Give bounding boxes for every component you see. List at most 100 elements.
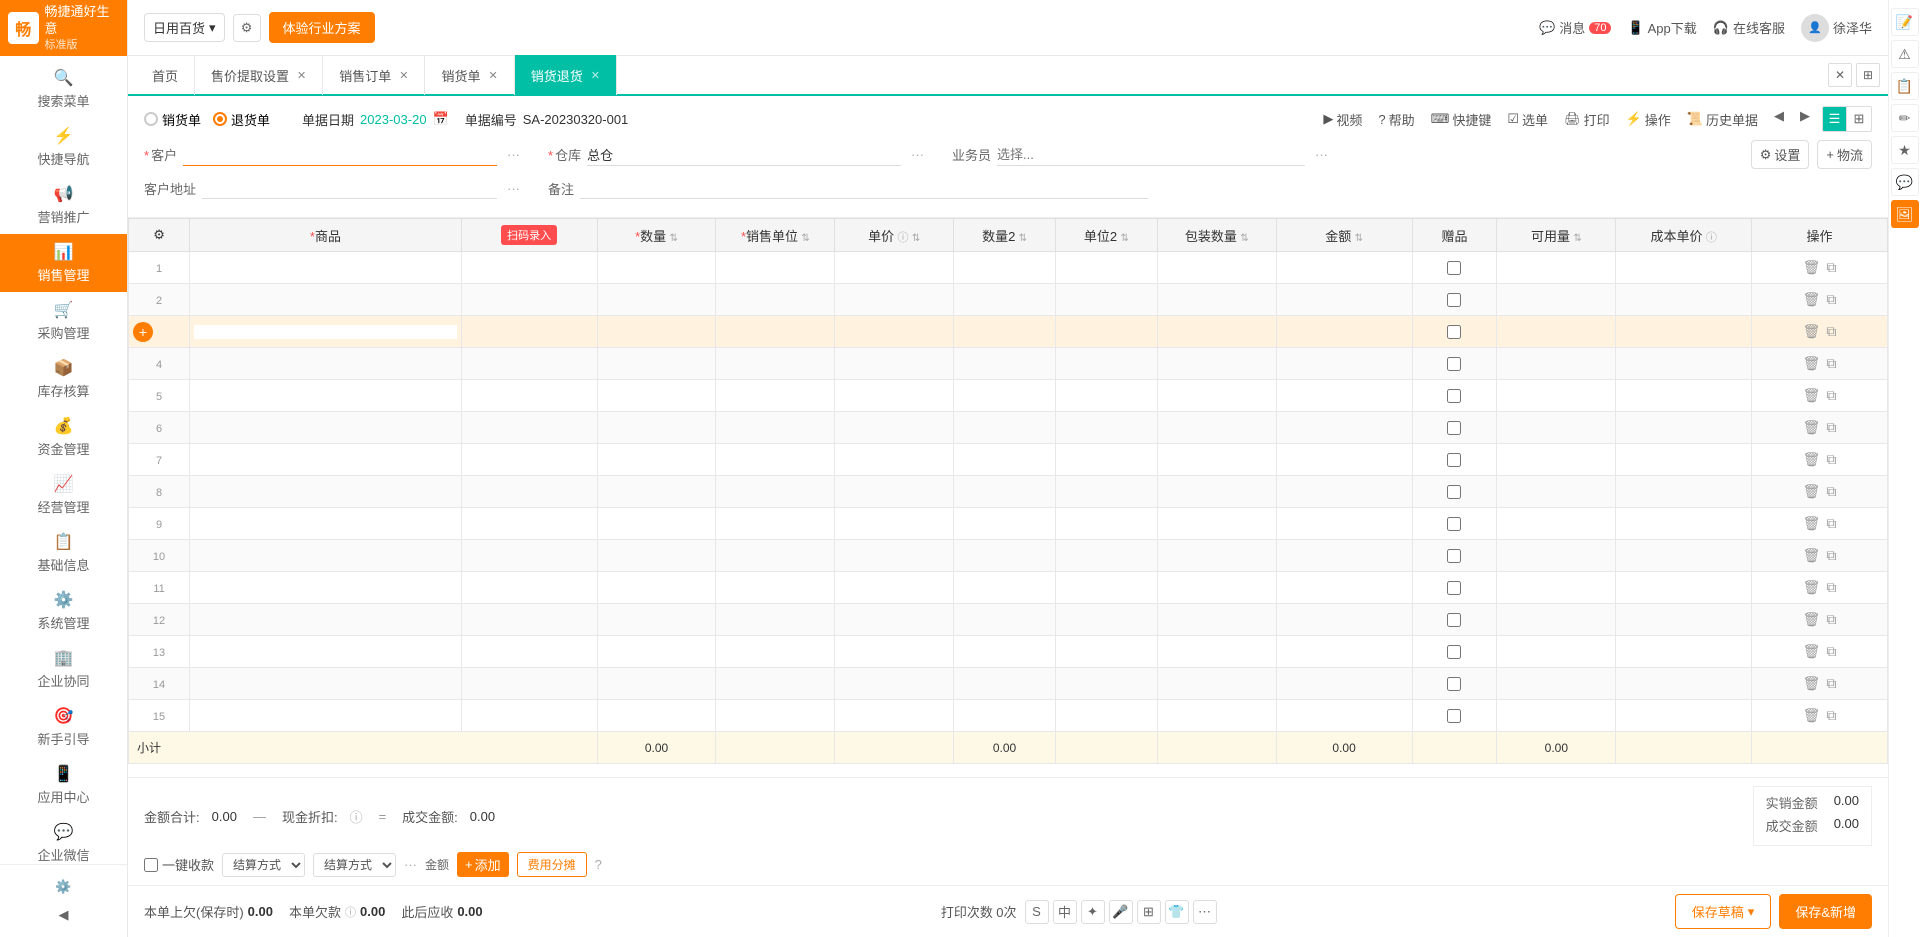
radio-return[interactable]: 退货单 <box>213 110 270 129</box>
user-avatar[interactable]: 👤 徐泽华 <box>1801 14 1872 42</box>
radio-sales-delivery[interactable]: 销货单 <box>144 110 201 129</box>
delete-row-icon[interactable]: 🗑 <box>1803 707 1821 724</box>
delete-row-icon[interactable]: 🗑 <box>1803 387 1821 404</box>
goods-input[interactable] <box>194 325 457 339</box>
tab-sales-delivery-close-icon[interactable]: ✕ <box>489 69 498 82</box>
delete-row-icon[interactable]: 🗑 <box>1803 291 1821 308</box>
gift-checkbox[interactable] <box>1447 549 1461 563</box>
print-button[interactable]: 🖨 打印 <box>1560 106 1614 132</box>
customer-dots-button[interactable]: ··· <box>503 147 524 162</box>
scan-button[interactable]: 扫码录入 <box>501 225 557 245</box>
tab-home[interactable]: 首页 <box>136 55 195 95</box>
copy-row-icon[interactable]: ⧉ <box>1826 643 1836 660</box>
trial-button[interactable]: 体验行业方案 <box>269 12 375 43</box>
gift-checkbox[interactable] <box>1447 485 1461 499</box>
col-settings-button[interactable]: ⚙ 设置 <box>1751 140 1810 169</box>
sidebar-item-operations[interactable]: 📈 经营管理 <box>0 466 127 524</box>
save-new-button[interactable]: 保存&新增 <box>1779 894 1872 929</box>
sidebar-item-basic-info[interactable]: 📋 基础信息 <box>0 524 127 582</box>
grid-view-button[interactable]: ⊞ <box>1847 107 1871 131</box>
salesperson-input[interactable] <box>997 144 1305 166</box>
tab-sales-return[interactable]: 销货退货 ✕ <box>515 55 617 95</box>
right-panel-btn-7[interactable]: 🖼 <box>1891 200 1919 228</box>
customer-address-input[interactable] <box>202 177 497 199</box>
gift-checkbox[interactable] <box>1447 357 1461 371</box>
delete-row-icon[interactable]: 🗑 <box>1803 675 1821 692</box>
tab-sales-return-close-icon[interactable]: ✕ <box>591 69 600 82</box>
select-button[interactable]: ☑ 选单 <box>1503 106 1552 132</box>
delete-row-icon[interactable]: 🗑 <box>1803 547 1821 564</box>
add-row-button[interactable]: + <box>133 322 153 342</box>
delete-row-icon[interactable]: 🗑 <box>1803 579 1821 596</box>
sidebar-item-guide[interactable]: 🎯 新手引导 <box>0 698 127 756</box>
copy-row-icon[interactable]: ⧉ <box>1826 675 1836 692</box>
delete-row-icon[interactable]: 🗑 <box>1803 515 1821 532</box>
equals-sign[interactable]: = <box>379 809 387 824</box>
calendar-icon[interactable]: 📅 <box>433 111 449 127</box>
app-download-button[interactable]: 📱 App下载 <box>1627 18 1696 37</box>
gift-checkbox[interactable] <box>1447 581 1461 595</box>
header-gear-button[interactable]: ⚙ <box>233 14 261 42</box>
warehouse-input[interactable] <box>587 144 901 166</box>
delete-row-icon[interactable]: 🗑 <box>1803 323 1821 340</box>
copy-row-icon[interactable]: ⧉ <box>1826 323 1836 340</box>
nav-prev-button[interactable]: ◀ <box>1770 106 1788 132</box>
tab-sales-delivery[interactable]: 销货单 ✕ <box>425 55 514 95</box>
save-draft-button[interactable]: 保存草稿 ▾ <box>1675 894 1772 929</box>
help-button[interactable]: ? 帮助 <box>1374 106 1418 132</box>
gift-checkbox[interactable] <box>1447 645 1461 659</box>
delete-row-icon[interactable]: 🗑 <box>1803 259 1821 276</box>
toolbar-icon-6[interactable]: 👕 <box>1165 900 1189 924</box>
tab-sales-order-close-icon[interactable]: ✕ <box>399 69 408 82</box>
online-service-button[interactable]: 🎧 在线客服 <box>1713 18 1785 37</box>
toolbar-icon-4[interactable]: 🎤 <box>1109 900 1133 924</box>
address-dots-button[interactable]: ··· <box>503 181 524 196</box>
right-panel-btn-3[interactable]: 📋 <box>1891 72 1919 100</box>
gift-checkbox[interactable] <box>1447 389 1461 403</box>
copy-row-icon[interactable]: ⧉ <box>1826 515 1836 532</box>
delete-row-icon[interactable]: 🗑 <box>1803 643 1821 660</box>
expense-split-button[interactable]: 费用分摊 <box>517 852 587 877</box>
gift-checkbox[interactable] <box>1447 677 1461 691</box>
note-input[interactable] <box>580 177 1148 199</box>
sidebar-item-quick-nav[interactable]: ⚡ 快捷导航 <box>0 118 127 176</box>
gift-checkbox[interactable] <box>1447 709 1461 723</box>
delete-row-icon[interactable]: 🗑 <box>1803 611 1821 628</box>
delete-row-icon[interactable]: 🗑 <box>1803 483 1821 500</box>
nav-next-button[interactable]: ▶ <box>1796 106 1814 132</box>
copy-row-icon[interactable]: ⧉ <box>1826 355 1836 372</box>
breadcrumb-select[interactable]: 日用百货 ▾ <box>144 13 225 42</box>
copy-row-icon[interactable]: ⧉ <box>1826 291 1836 308</box>
sidebar-item-enterprise[interactable]: 🏢 企业协同 <box>0 640 127 698</box>
tab-price-settings[interactable]: 售价提取设置 ✕ <box>195 55 323 95</box>
copy-row-icon[interactable]: ⧉ <box>1826 483 1836 500</box>
tab-price-settings-close-icon[interactable]: ✕ <box>297 69 306 82</box>
gift-checkbox[interactable] <box>1447 421 1461 435</box>
sidebar-item-wechat[interactable]: 💬 企业微信 <box>0 814 127 864</box>
sidebar-item-inventory[interactable]: 📦 库存核算 <box>0 350 127 408</box>
video-button[interactable]: ▶ 视频 <box>1319 106 1366 132</box>
history-button[interactable]: 📜 历史单据 <box>1683 106 1762 132</box>
tab-sales-order[interactable]: 销售订单 ✕ <box>323 55 425 95</box>
shortcut-button[interactable]: ⌨ 快捷键 <box>1427 106 1496 132</box>
salesperson-dots-button[interactable]: ··· <box>1311 147 1332 162</box>
add-payment-button[interactable]: + 添加 <box>457 852 509 877</box>
list-view-button[interactable]: ☰ <box>1823 107 1847 131</box>
right-panel-btn-5[interactable]: ★ <box>1891 136 1919 164</box>
sidebar-item-marketing[interactable]: 📢 营销推广 <box>0 176 127 234</box>
gift-checkbox[interactable] <box>1447 293 1461 307</box>
warehouse-dots-button[interactable]: ··· <box>907 147 928 162</box>
add-logistics-button[interactable]: + 物流 <box>1817 140 1872 169</box>
one-click-payment-check[interactable] <box>144 858 158 872</box>
copy-row-icon[interactable]: ⧉ <box>1826 259 1836 276</box>
delete-row-icon[interactable]: 🗑 <box>1803 419 1821 436</box>
gift-checkbox[interactable] <box>1447 261 1461 275</box>
delete-row-icon[interactable]: 🗑 <box>1803 355 1821 372</box>
copy-row-icon[interactable]: ⧉ <box>1826 547 1836 564</box>
expand-tabs-button[interactable]: ⊞ <box>1856 63 1880 87</box>
col-settings-header[interactable]: ⚙ <box>129 219 190 252</box>
gift-checkbox[interactable] <box>1447 453 1461 467</box>
sidebar-settings-btn[interactable]: ⚙️ <box>0 873 127 901</box>
right-panel-btn-4[interactable]: ✏ <box>1891 104 1919 132</box>
sidebar-collapse-btn[interactable]: ◀ <box>0 901 127 929</box>
